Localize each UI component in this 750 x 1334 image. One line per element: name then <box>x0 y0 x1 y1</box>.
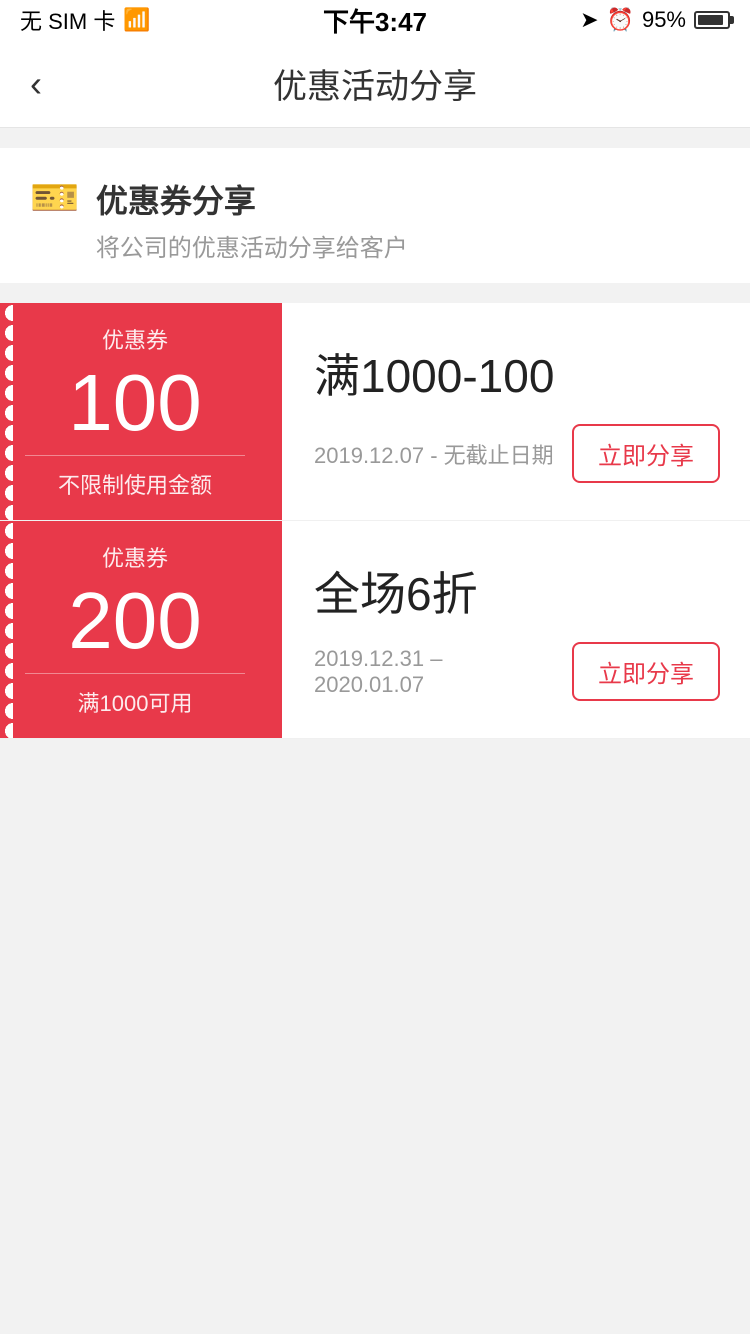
coupon-bottom-row-2: 2019.12.31 – 2020.01.07 立即分享 <box>314 642 720 701</box>
coupon-right-1: 满1000-100 2019.12.07 - 无截止日期 立即分享 <box>270 303 750 520</box>
coupon-divider-2 <box>25 673 245 674</box>
status-left: 无 SIM 卡 📶 <box>20 4 151 36</box>
location-icon: ➤ <box>580 7 598 33</box>
page-title: 优惠活动分享 <box>273 59 477 108</box>
share-button-1[interactable]: 立即分享 <box>572 424 720 483</box>
coupon-bottom-row-1: 2019.12.07 - 无截止日期 立即分享 <box>314 424 720 483</box>
coupon-amount-1: 100 <box>68 363 201 443</box>
share-button-2[interactable]: 立即分享 <box>572 642 720 701</box>
status-bar: 无 SIM 卡 📶 下午3:47 ➤ ⏰ 95% <box>0 0 750 40</box>
coupon-card-2: 优惠券 200 满1000可用 全场6折 2019.12.31 – 2020.0… <box>0 521 750 739</box>
status-time: 下午3:47 <box>323 2 427 39</box>
coupon-type-label-1: 优惠券 <box>102 323 168 355</box>
alarm-icon: ⏰ <box>607 7 634 33</box>
back-button[interactable]: ‹ <box>30 63 42 105</box>
coupon-left-2: 优惠券 200 满1000可用 <box>0 521 270 738</box>
coupon-date-1: 2019.12.07 - 无截止日期 <box>314 438 554 470</box>
coupon-date-2: 2019.12.31 – 2020.01.07 <box>314 646 556 698</box>
coupon-divider-1 <box>25 455 245 456</box>
carrier-text: 无 SIM 卡 <box>20 4 115 36</box>
battery-icon <box>694 11 730 29</box>
coupon-list: 优惠券 100 不限制使用金额 满1000-100 2019.12.07 - 无… <box>0 303 750 739</box>
section-title: 优惠券分享 <box>96 176 408 222</box>
coupon-amount-2: 200 <box>68 581 201 661</box>
section-subtitle: 将公司的优惠活动分享给客户 <box>96 228 408 263</box>
section-header: 🎫 优惠券分享 将公司的优惠活动分享给客户 <box>0 148 750 283</box>
status-right: ➤ ⏰ 95% <box>580 7 730 33</box>
coupon-type-label-2: 优惠券 <box>102 541 168 573</box>
wifi-icon: 📶 <box>123 7 150 33</box>
coupon-left: 优惠券 100 不限制使用金额 <box>0 303 270 520</box>
section-text-group: 优惠券分享 将公司的优惠活动分享给客户 <box>96 176 408 263</box>
section-icon: 🎫 <box>30 178 80 218</box>
nav-bar: ‹ 优惠活动分享 <box>0 40 750 128</box>
coupon-right-2: 全场6折 2019.12.31 – 2020.01.07 立即分享 <box>270 521 750 738</box>
coupon-name-2: 全场6折 <box>314 558 720 624</box>
battery-percent: 95% <box>642 7 686 33</box>
coupon-name-1: 满1000-100 <box>314 340 720 406</box>
coupon-card: 优惠券 100 不限制使用金额 满1000-100 2019.12.07 - 无… <box>0 303 750 521</box>
coupon-condition-2: 满1000可用 <box>78 686 193 718</box>
coupon-condition-1: 不限制使用金额 <box>58 468 212 500</box>
